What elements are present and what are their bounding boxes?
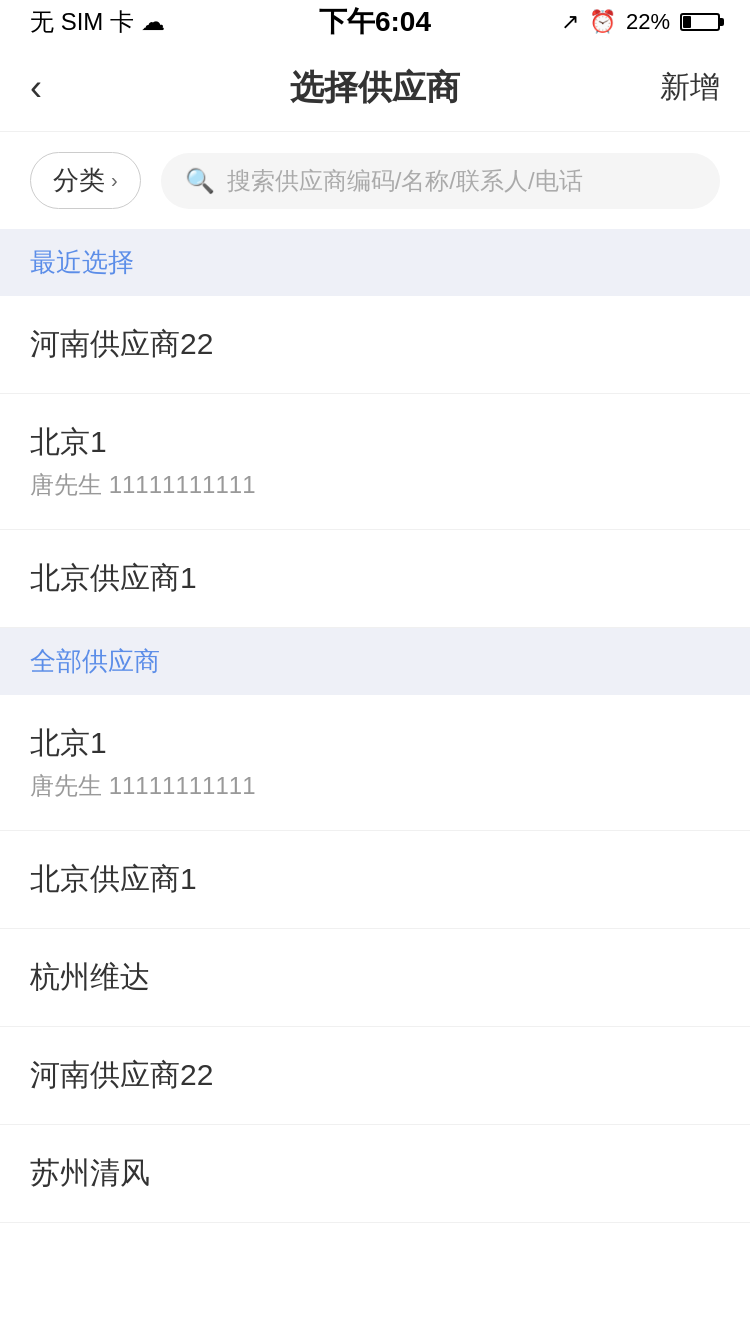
nav-bar: ‹ 选择供应商 新增 [0,44,750,132]
item-name: 杭州维达 [30,957,720,998]
recent-list-item[interactable]: 北京供应商1 [0,530,750,628]
status-left: 无 SIM 卡 ☁ [30,6,165,38]
status-right: ↗ ⏰ 22% [561,9,720,35]
item-sub: 唐先生 11111111111 [30,469,720,501]
recent-section-label: 最近选择 [30,247,134,277]
item-name: 北京供应商1 [30,558,720,599]
all-section-label: 全部供应商 [30,646,160,676]
all-section-header: 全部供应商 [0,628,750,695]
search-bar: 分类 › 🔍 搜索供应商编码/名称/联系人/电话 [0,132,750,229]
all-list-item[interactable]: 河南供应商22 [0,1027,750,1125]
location-icon: ↗ [561,9,579,35]
item-name: 苏州清风 [30,1153,720,1194]
page-title: 选择供应商 [290,65,460,111]
recent-section-header: 最近选择 [0,229,750,296]
recent-list-item[interactable]: 河南供应商22 [0,296,750,394]
recent-list-item[interactable]: 北京1 唐先生 11111111111 [0,394,750,530]
item-name: 北京1 [30,723,720,764]
all-list: 北京1 唐先生 11111111111 北京供应商1 杭州维达河南供应商22 苏州清… [0,695,750,1223]
all-list-item[interactable]: 苏州清风 [0,1125,750,1223]
category-label: 分类 [53,163,105,198]
item-name: 河南供应商22 [30,324,720,365]
item-name: 北京1 [30,422,720,463]
alarm-icon: ⏰ [589,9,616,35]
search-placeholder: 搜索供应商编码/名称/联系人/电话 [227,165,583,197]
add-button[interactable]: 新增 [660,67,720,108]
search-icon: 🔍 [185,167,215,195]
chevron-right-icon: › [111,169,118,192]
recent-list: 河南供应商22 北京1 唐先生 11111111111 北京供应商1 [0,296,750,628]
battery-percent: 22% [626,9,670,35]
search-input-wrap[interactable]: 🔍 搜索供应商编码/名称/联系人/电话 [161,153,720,209]
battery-icon [680,13,720,31]
sim-text: 无 SIM 卡 ☁ [30,6,165,38]
status-bar: 无 SIM 卡 ☁ 下午6:04 ↗ ⏰ 22% [0,0,750,44]
status-time: 下午6:04 [319,3,431,41]
category-filter-button[interactable]: 分类 › [30,152,141,209]
item-name: 河南供应商22 [30,1055,720,1096]
item-sub: 唐先生 11111111111 [30,770,720,802]
item-name: 北京供应商1 [30,859,720,900]
all-list-item[interactable]: 北京供应商1 [0,831,750,929]
all-list-item[interactable]: 杭州维达 [0,929,750,1027]
back-button[interactable]: ‹ [30,67,90,109]
all-list-item[interactable]: 北京1 唐先生 11111111111 [0,695,750,831]
